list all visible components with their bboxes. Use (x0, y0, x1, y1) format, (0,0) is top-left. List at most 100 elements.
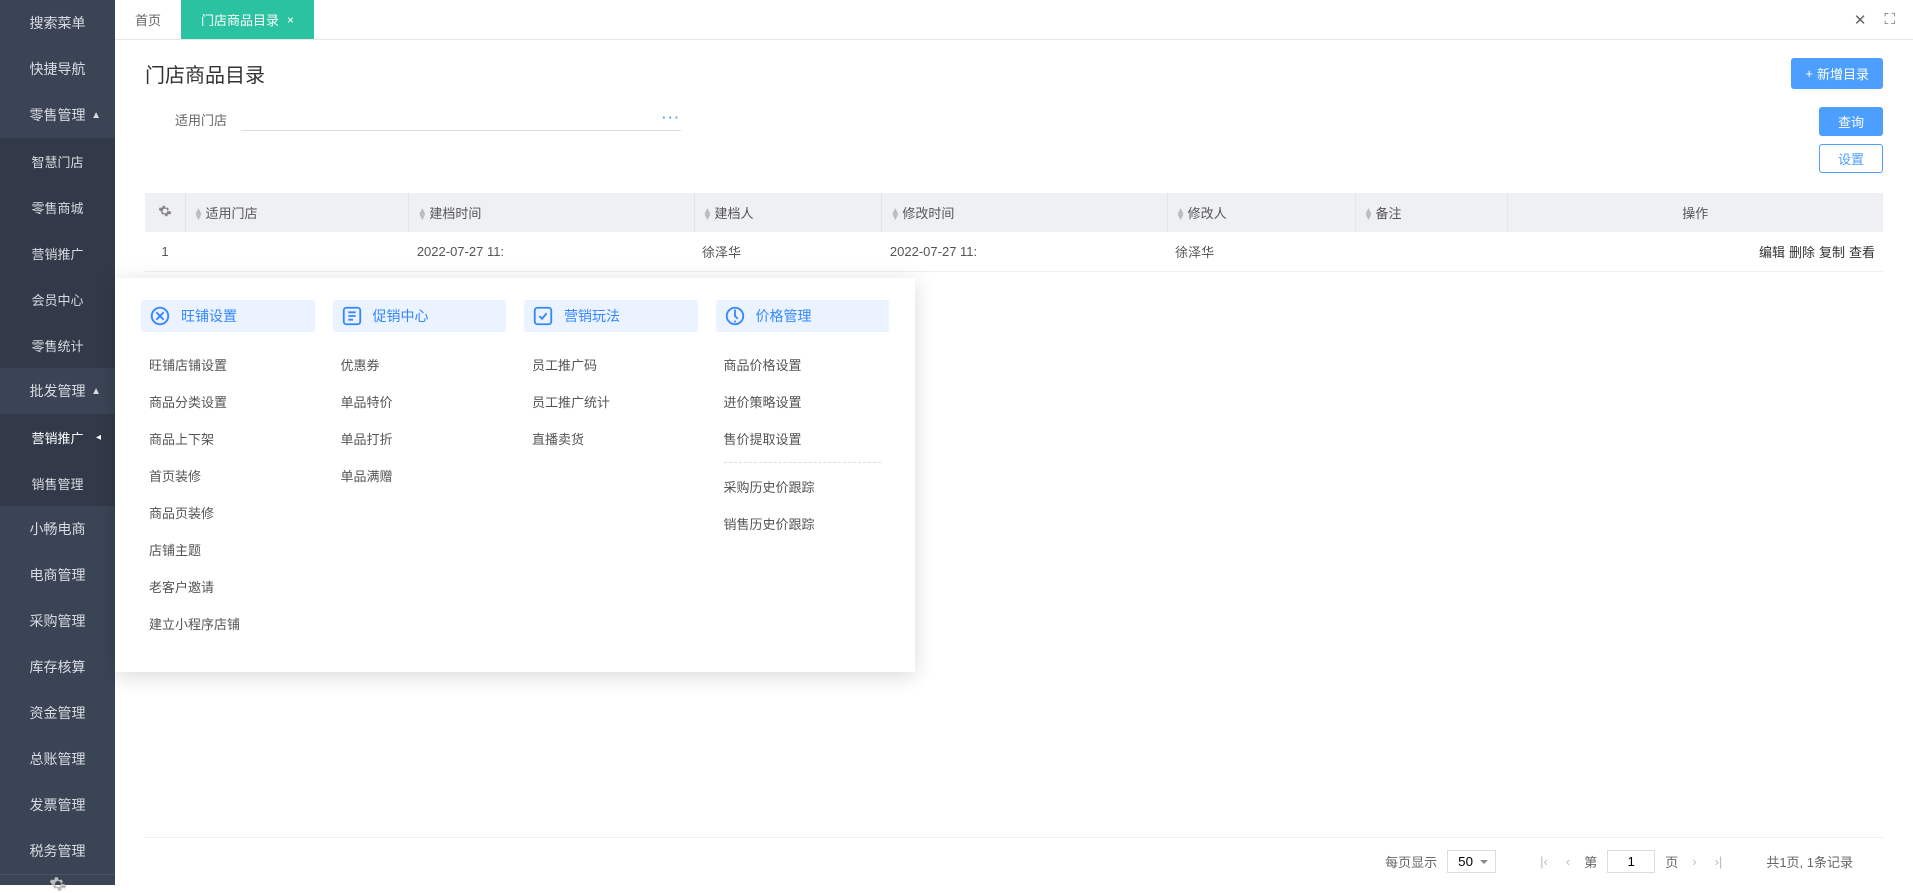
flyout-heading-label: 营销玩法 (564, 306, 620, 326)
sidebar-item-13[interactable]: 采购管理 (0, 598, 115, 644)
sidebar-item-11[interactable]: 小畅电商 (0, 506, 115, 552)
sidebar-item-0[interactable]: 搜索菜单 (0, 0, 115, 46)
flyout-item[interactable]: 商品页装修 (141, 494, 315, 531)
sidebar-item-5[interactable]: 营销推广 (0, 230, 115, 276)
section-icon (532, 305, 554, 327)
sidebar-item-label: 零售管理 (30, 105, 86, 125)
add-catalog-button[interactable]: + 新增目录 (1791, 58, 1883, 89)
sidebar-item-2[interactable]: 零售管理▲ (0, 92, 115, 138)
flyout-item[interactable]: 单品打折 (333, 420, 507, 457)
flyout-item[interactable]: 首页装修 (141, 457, 315, 494)
flyout-item[interactable]: 售价提取设置 (716, 420, 890, 457)
col-header-label: 备注 (1376, 206, 1402, 221)
tab-1[interactable]: 门店商品目录× (181, 0, 314, 39)
op-编辑[interactable]: 编辑 (1759, 245, 1785, 260)
op-删除[interactable]: 删除 (1789, 245, 1815, 260)
store-filter-input[interactable] (241, 107, 681, 131)
flyout-item[interactable]: 进价策略设置 (716, 383, 890, 420)
sidebar-item-6[interactable]: 会员中心 (0, 276, 115, 322)
last-page-icon[interactable]: ›| (1711, 854, 1727, 869)
sidebar-item-label: 营销推广 (31, 244, 83, 263)
per-page-select[interactable]: 50 (1447, 850, 1496, 873)
first-page-icon[interactable]: |‹ (1536, 854, 1552, 869)
op-复制[interactable]: 复制 (1819, 245, 1845, 260)
page-title: 门店商品目录 (145, 59, 265, 88)
sort-icon: ▲▼ (1364, 209, 1372, 221)
pagination: 每页显示 50 |‹ ‹ 第 页 › ›| 共1页, 1条记录 (145, 837, 1883, 885)
sidebar-item-12[interactable]: 电商管理 (0, 552, 115, 598)
flyout-item[interactable]: 旺铺店铺设置 (141, 346, 315, 383)
sidebar-item-15[interactable]: 资金管理 (0, 690, 115, 736)
flyout-item[interactable]: 员工推广统计 (524, 383, 698, 420)
sidebar-item-label: 零售商城 (31, 198, 83, 217)
gear-icon (158, 204, 172, 218)
sidebar-item-label: 批发管理 (30, 381, 86, 401)
sidebar-item-3[interactable]: 智慧门店 (0, 138, 115, 184)
col-header-2[interactable]: ▲▼建档人 (694, 193, 882, 232)
tab-label: 首页 (135, 10, 161, 29)
sort-icon: ▲▼ (417, 209, 425, 221)
prev-page-icon[interactable]: ‹ (1562, 854, 1574, 869)
flyout-heading-label: 价格管理 (756, 306, 812, 326)
sidebar-item-10[interactable]: 销售管理 (0, 460, 115, 506)
divider (724, 462, 882, 463)
table-row: 12022-07-27 11:徐泽华2022-07-27 11:徐泽华编辑删除复… (145, 232, 1883, 272)
sidebar-item-label: 库存核算 (30, 657, 86, 677)
sidebar-item-14[interactable]: 库存核算 (0, 644, 115, 690)
sidebar-item-17[interactable]: 发票管理 (0, 782, 115, 828)
col-header-0[interactable]: ▲▼ 适用门店 (185, 193, 409, 232)
cell: 2022-07-27 11: (882, 232, 1167, 272)
op-查看[interactable]: 查看 (1849, 245, 1875, 260)
sidebar-item-1[interactable]: 快捷导航 (0, 46, 115, 92)
flyout-item[interactable]: 商品价格设置 (716, 346, 890, 383)
sidebar-item-18[interactable]: 税务管理 (0, 828, 115, 874)
sidebar-item-4[interactable]: 零售商城 (0, 184, 115, 230)
col-header-4[interactable]: ▲▼修改人 (1167, 193, 1355, 232)
sort-icon: ▲▼ (890, 209, 898, 221)
sort-icon: ▲▼ (194, 209, 202, 221)
flyout-col-3: 价格管理商品价格设置进价策略设置售价提取设置采购历史价跟踪销售历史价跟踪 (716, 300, 890, 642)
cell (1355, 232, 1507, 272)
close-icon[interactable]: ✕ (1854, 11, 1867, 29)
settings-button[interactable]: 设置 (1819, 144, 1883, 173)
flyout-item[interactable]: 建立小程序店铺 (141, 605, 315, 642)
tab-0[interactable]: 首页 (115, 0, 181, 39)
more-icon[interactable]: ··· (662, 110, 681, 125)
flyout-heading-label: 促销中心 (373, 306, 429, 326)
flyout-item[interactable]: 优惠券 (333, 346, 507, 383)
col-header-label: 适用门店 (206, 206, 258, 221)
sidebar-settings[interactable] (0, 874, 115, 893)
flyout-item[interactable]: 采购历史价跟踪 (716, 468, 890, 505)
flyout-item[interactable]: 老客户邀请 (141, 568, 315, 605)
col-header-5[interactable]: ▲▼ 备注 (1355, 193, 1507, 232)
tab-close-icon[interactable]: × (287, 13, 294, 27)
sidebar-item-9[interactable]: 营销推广◂ (0, 414, 115, 460)
col-header-3[interactable]: ▲▼修改时间 (882, 193, 1167, 232)
sidebar-item-label: 零售统计 (31, 336, 83, 355)
flyout-item[interactable]: 员工推广码 (524, 346, 698, 383)
sidebar-item-8[interactable]: 批发管理▲ (0, 368, 115, 414)
sidebar-item-label: 税务管理 (30, 841, 86, 861)
sidebar-item-label: 快捷导航 (30, 59, 86, 79)
sidebar-item-7[interactable]: 零售统计 (0, 322, 115, 368)
flyout-item[interactable]: 单品特价 (333, 383, 507, 420)
flyout-item[interactable]: 商品上下架 (141, 420, 315, 457)
cell: 2022-07-27 11: (409, 232, 694, 272)
next-page-icon[interactable]: › (1688, 854, 1700, 869)
catalog-table: ▲▼适用门店▲▼建档时间▲▼建档人▲▼修改时间▲▼修改人▲▼备注操作 12022… (145, 193, 1883, 272)
store-filter-label: 适用门店 (175, 110, 227, 129)
flyout-item[interactable]: 销售历史价跟踪 (716, 505, 890, 542)
sidebar-item-16[interactable]: 总账管理 (0, 736, 115, 782)
flyout-item[interactable]: 店铺主题 (141, 531, 315, 568)
col-header-1[interactable]: ▲▼建档时间 (409, 193, 694, 232)
col-header-6[interactable]: 操作 (1507, 193, 1883, 232)
fullscreen-icon[interactable]: ⛶ (1884, 11, 1895, 28)
query-button[interactable]: 查询 (1819, 107, 1883, 136)
flyout-item[interactable]: 单品满赠 (333, 457, 507, 494)
sort-icon: ▲▼ (1176, 209, 1184, 221)
page-input[interactable] (1607, 850, 1655, 873)
flyout-item[interactable]: 商品分类设置 (141, 383, 315, 420)
sidebar-item-label: 总账管理 (30, 749, 86, 769)
column-settings[interactable] (145, 193, 185, 232)
flyout-item[interactable]: 直播卖货 (524, 420, 698, 457)
